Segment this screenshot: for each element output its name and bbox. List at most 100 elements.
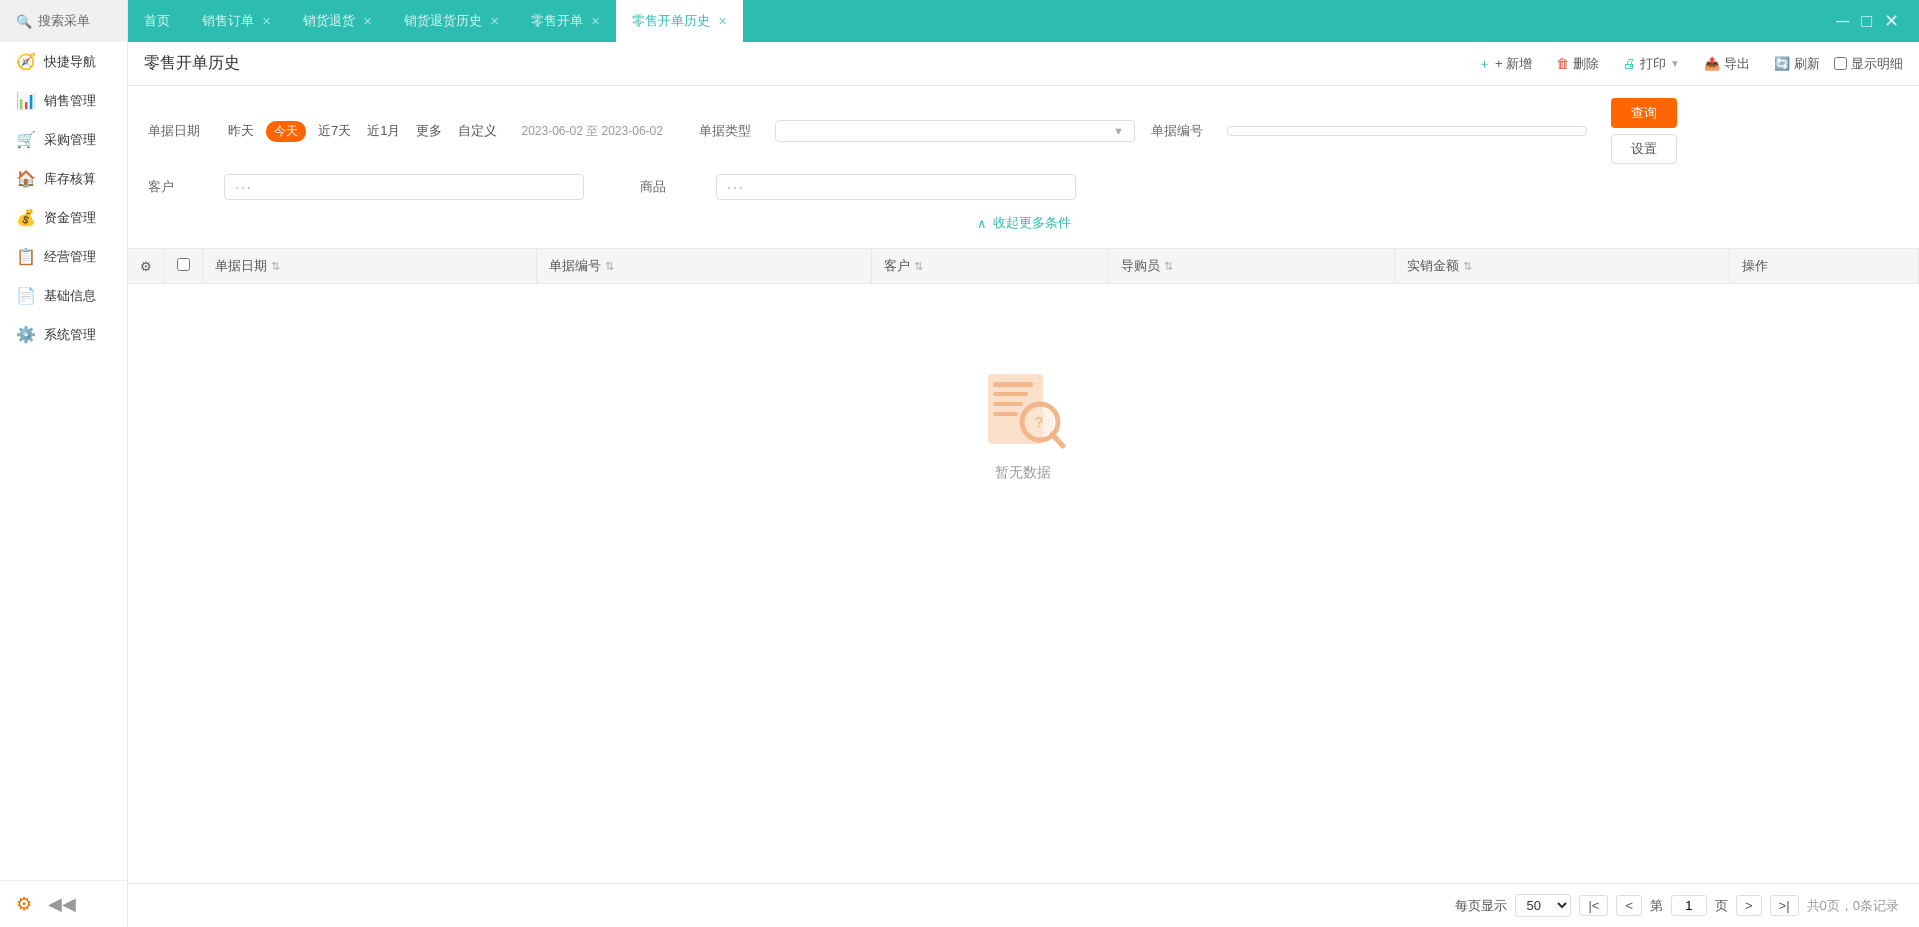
pagination-bar: 每页显示 50 20 100 |< < 第 页 > >| 共0页，0条记录 [128, 883, 1919, 927]
export-button[interactable]: 📤 导出 [1694, 50, 1760, 78]
filter-area: 单据日期 昨天今天近7天近1月更多自定义 2023-06-02 至 2023-0… [128, 86, 1919, 249]
date-opt-yesterday[interactable]: 昨天 [224, 120, 258, 142]
empty-state-row: ? 暂无数据 [128, 284, 1919, 523]
date-options: 昨天今天近7天近1月更多自定义 [224, 120, 501, 142]
svg-rect-1 [993, 382, 1033, 387]
minimize-icon[interactable]: ─ [1832, 7, 1853, 36]
add-icon: ＋ [1478, 55, 1491, 73]
sidebar-item-inventory[interactable]: 🏠库存核算 [0, 159, 127, 198]
customer-input[interactable]: ··· [224, 174, 584, 200]
display-cols-check[interactable] [1834, 57, 1847, 70]
print-icon: 🖨 [1623, 56, 1636, 71]
tab-retail-open[interactable]: 零售开单✕ [515, 0, 616, 42]
delete-label: 删除 [1573, 55, 1599, 73]
close-window-icon[interactable]: ✕ [1880, 6, 1903, 36]
refresh-label: 刷新 [1794, 55, 1820, 73]
next-page-btn[interactable]: > [1736, 895, 1762, 916]
page-label-post: 页 [1715, 897, 1728, 915]
tab-sales-return[interactable]: 销货退货✕ [287, 0, 388, 42]
doc-number-input[interactable] [1227, 126, 1587, 136]
print-button[interactable]: 🖨 打印 ▼ [1613, 50, 1690, 78]
date-opt-custom[interactable]: 自定义 [454, 120, 501, 142]
tab-close-sales-return[interactable]: ✕ [363, 15, 372, 28]
col-settings[interactable]: ⚙ [128, 249, 165, 284]
sidebar-item-basic-info[interactable]: 📄基础信息 [0, 276, 127, 315]
refresh-button[interactable]: 🔄 刷新 [1764, 50, 1830, 78]
sidebar-search[interactable]: 🔍 搜索采单 [0, 0, 127, 42]
col-header-number[interactable]: 单据编号⇅ [537, 249, 871, 284]
nav-label-quick-nav: 快捷导航 [44, 53, 96, 71]
settings-button[interactable]: 设置 [1611, 134, 1677, 164]
export-label: 导出 [1724, 55, 1750, 73]
sidebar-item-operations[interactable]: 📋经营管理 [0, 237, 127, 276]
sidebar-item-finance[interactable]: 💰资金管理 [0, 198, 127, 237]
per-page-label: 每页显示 [1455, 897, 1507, 915]
svg-line-6 [1052, 434, 1063, 446]
tab-close-sales-return-history[interactable]: ✕ [490, 15, 499, 28]
sort-icon-date: ⇅ [271, 260, 280, 272]
add-button[interactable]: ＋ + 新增 [1468, 50, 1542, 78]
nav-label-purchase-mgmt: 采购管理 [44, 131, 96, 149]
nav-icon-purchase-mgmt: 🛒 [16, 130, 36, 149]
page-size-select[interactable]: 50 20 100 [1515, 894, 1571, 917]
tab-close-retail-open-history[interactable]: ✕ [718, 15, 727, 28]
nav-label-operations: 经营管理 [44, 248, 96, 266]
filter-row-2: 客户 ··· 商品 ··· [148, 174, 1899, 200]
display-cols-checkbox[interactable]: 显示明细 [1834, 55, 1903, 73]
refresh-icon: 🔄 [1774, 56, 1790, 71]
tab-sales-order[interactable]: 销售订单✕ [186, 0, 287, 42]
empty-text: 暂无数据 [995, 464, 1051, 482]
tab-sales-return-history[interactable]: 销货退货历史 ✕ [388, 0, 515, 42]
doc-number-label: 单据编号 [1151, 122, 1211, 140]
table-wrapper: ⚙ 单据日期⇅单据编号⇅客户⇅导购员⇅实销金额⇅操作 [128, 249, 1919, 883]
date-opt-today[interactable]: 今天 [266, 121, 306, 142]
tab-label-sales-return-history: 销货退货历史 [404, 12, 482, 30]
sidebar-item-sales-mgmt[interactable]: 📊销售管理 [0, 81, 127, 120]
col-header-action: 操作 [1729, 249, 1918, 284]
search-icon: 🔍 [16, 14, 32, 29]
current-page-input[interactable] [1671, 895, 1707, 916]
query-button[interactable]: 查询 [1611, 98, 1677, 128]
nav-label-inventory: 库存核算 [44, 170, 96, 188]
col-header-salesperson[interactable]: 导购员⇅ [1109, 249, 1395, 284]
col-checkbox[interactable] [165, 249, 203, 284]
date-range-text: 2023-06-02 至 2023-06-02 [521, 123, 662, 140]
table-head: ⚙ 单据日期⇅单据编号⇅客户⇅导购员⇅实销金额⇅操作 [128, 249, 1919, 284]
product-input[interactable]: ··· [716, 174, 1076, 200]
prev-page-btn[interactable]: < [1616, 895, 1642, 916]
collapse-filter-row[interactable]: ∧ 收起更多条件 [148, 210, 1899, 236]
sort-icon-amount: ⇅ [1463, 260, 1472, 272]
doc-type-select[interactable]: ▼ [775, 120, 1135, 142]
col-header-customer[interactable]: 客户⇅ [871, 249, 1109, 284]
display-cols-label: 显示明细 [1851, 55, 1903, 73]
tab-home[interactable]: 首页 [128, 0, 186, 42]
topbar-right: ─ □ ✕ [1832, 6, 1919, 36]
total-info: 共0页，0条记录 [1807, 897, 1899, 915]
last-page-btn[interactable]: >| [1770, 895, 1799, 916]
delete-button[interactable]: 🗑 删除 [1546, 50, 1609, 78]
page-label-pre: 第 [1650, 897, 1663, 915]
tab-close-retail-open[interactable]: ✕ [591, 15, 600, 28]
col-header-amount[interactable]: 实销金额⇅ [1395, 249, 1729, 284]
tab-label-home: 首页 [144, 12, 170, 30]
date-opt-more[interactable]: 更多 [412, 120, 446, 142]
sidebar-item-system-mgmt[interactable]: ⚙️系统管理 [0, 315, 127, 354]
date-opt-last-month[interactable]: 近1月 [363, 120, 404, 142]
select-all-checkbox[interactable] [177, 258, 190, 271]
sidebar-item-purchase-mgmt[interactable]: 🛒 采购管理 [0, 120, 127, 159]
collapse-label: 收起更多条件 [993, 214, 1071, 232]
first-page-btn[interactable]: |< [1579, 895, 1608, 916]
date-opt-last7[interactable]: 近7天 [314, 120, 355, 142]
print-dropdown-icon: ▼ [1670, 58, 1680, 69]
maximize-icon[interactable]: □ [1857, 7, 1876, 36]
collapse-sidebar-icon[interactable]: ◀◀ [48, 893, 76, 915]
page-title: 零售开单历史 [144, 53, 1464, 74]
sidebar-item-quick-nav[interactable]: 🧭快捷导航 [0, 42, 127, 81]
nav-label-basic-info: 基础信息 [44, 287, 96, 305]
tab-retail-open-history[interactable]: 零售开单历史✕ [616, 0, 743, 42]
sidebar: 🔍 搜索采单 🧭快捷导航📊销售管理 🛒 采购管理 🏠库存核算💰资金管理📋经营管理📄基础… [0, 0, 128, 927]
tab-close-sales-order[interactable]: ✕ [262, 15, 271, 28]
sidebar-nav: 🧭快捷导航📊销售管理 🛒 采购管理 🏠库存核算💰资金管理📋经营管理📄基础信息⚙️系统管… [0, 42, 127, 354]
col-header-date[interactable]: 单据日期⇅ [203, 249, 537, 284]
settings-icon[interactable]: ⚙ [16, 893, 32, 915]
